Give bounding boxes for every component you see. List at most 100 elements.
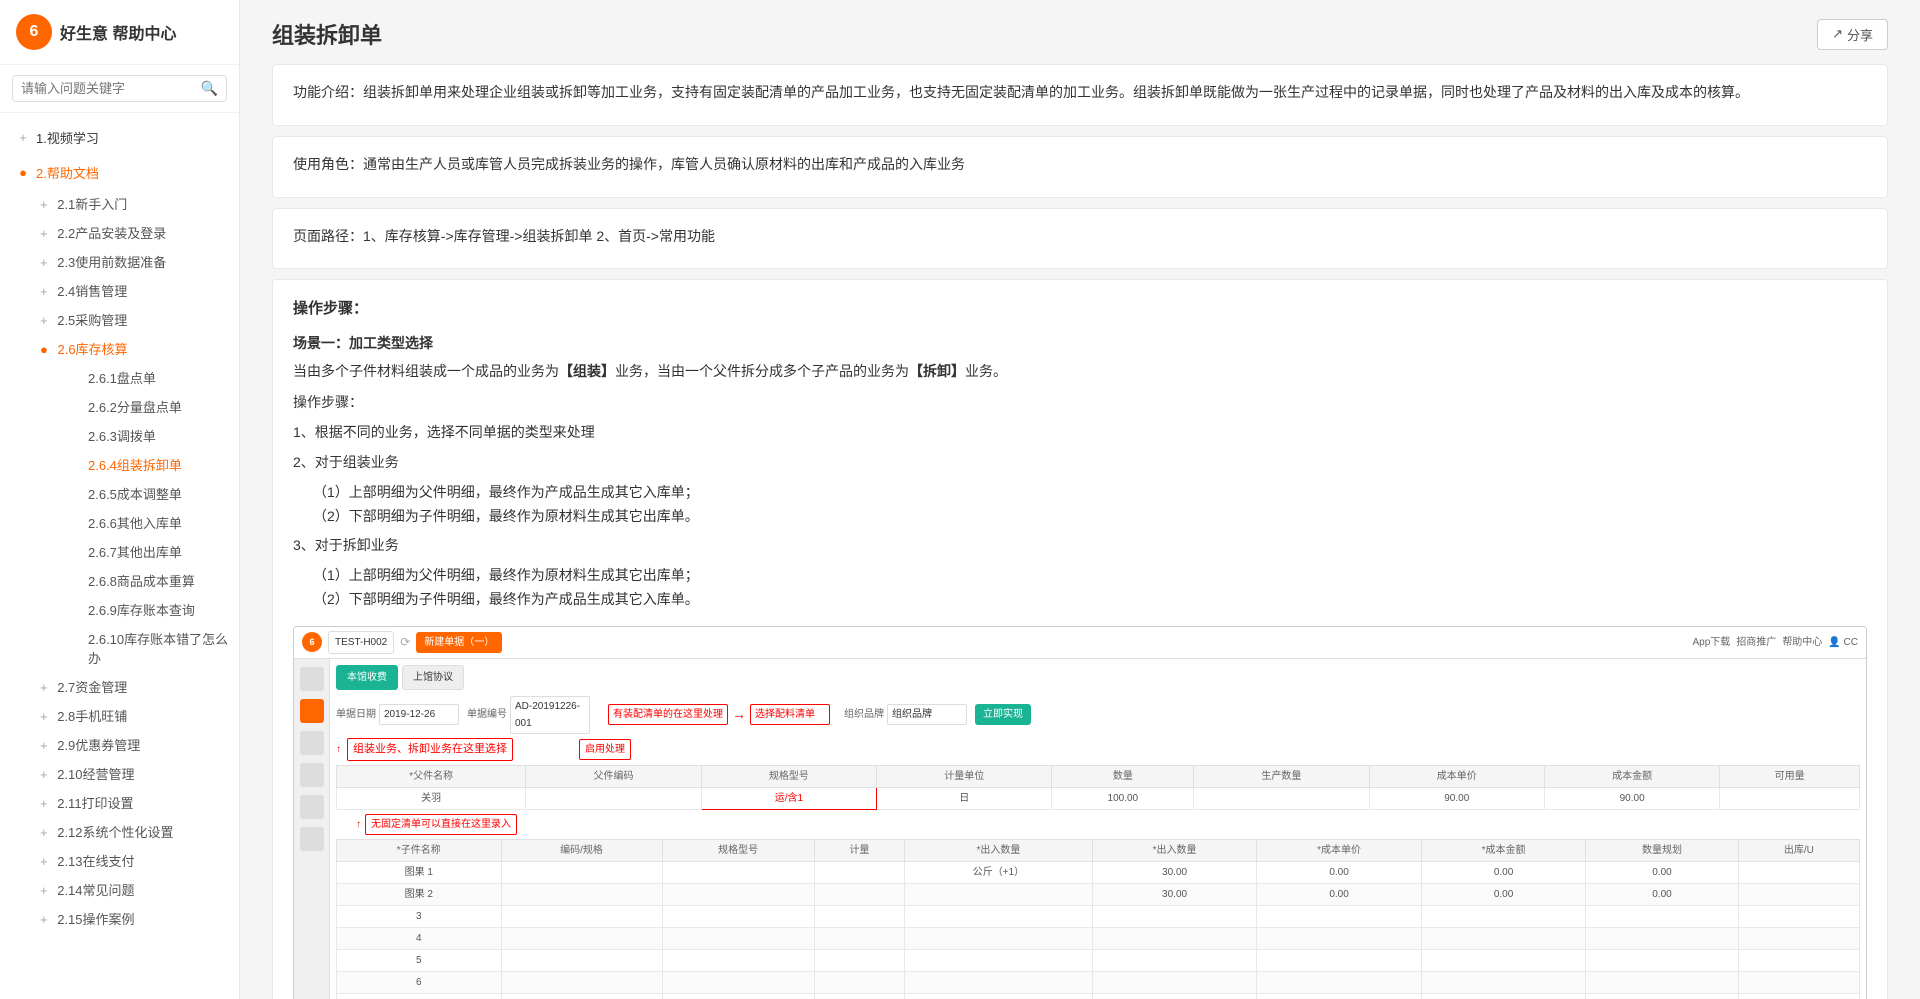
table-row: 3 bbox=[337, 905, 1860, 927]
search-icon[interactable]: 🔍 bbox=[201, 80, 218, 97]
sidebar-item-otheroutbound[interactable]: 2.6.7其他出库单 bbox=[80, 537, 239, 566]
sidebar-item-stockbook[interactable]: 2.6.9库存账本查询 bbox=[80, 595, 239, 624]
th-child-outqty: *出入数量 bbox=[1092, 839, 1257, 861]
sidebar-item-newuser[interactable]: + 2.1新手入门 bbox=[32, 189, 239, 218]
step1: 1、根据不同的业务，选择不同单据的类型来处理 bbox=[293, 421, 1867, 445]
step3-sub1: （1）上部明细为父件明细，最终作为原材料生成其它出库单； bbox=[293, 564, 1867, 588]
share-button[interactable]: ↗ 分享 bbox=[1817, 19, 1888, 50]
sidebar-item-coupon[interactable]: + 2.9优惠券管理 bbox=[32, 730, 239, 759]
mock-refresh-icon: ⟳ bbox=[400, 632, 410, 652]
step3: 3、对于拆卸业务 bbox=[293, 534, 1867, 558]
mock-company-dropdown: TEST-H002 bbox=[328, 631, 394, 654]
mock-logo: 6 bbox=[302, 632, 322, 652]
sidebar-item-cases[interactable]: + 2.15操作案例 bbox=[32, 904, 239, 933]
mock-billno-group: 单据编号 AD-20191226-001 bbox=[467, 696, 590, 734]
sidebar-item-stockbook-error[interactable]: 2.6.10库存账本错了怎么办 bbox=[80, 624, 239, 672]
helpdocs-subnav: + 2.1新手入门 + 2.2产品安装及登录 + 2.3使用前数据准备 + 2.… bbox=[0, 189, 239, 933]
sidebar-item-purchase[interactable]: + 2.5采购管理 bbox=[32, 305, 239, 334]
sidebar-item-faq[interactable]: + 2.14常见问题 bbox=[32, 875, 239, 904]
mock-table-child: *子件名称 编码/规格 规格型号 计量 *出入数量 *出入数量 *成本单价 *成… bbox=[336, 839, 1860, 999]
steps-heading: 操作步骤： bbox=[293, 296, 1867, 322]
nav-list: + 1.视频学习 ● 2.帮助文档 + 2.1新手入门 + 2.2产品安装及登录 bbox=[0, 113, 239, 999]
sidebar-item-costrecompute[interactable]: 2.6.8商品成本重算 bbox=[80, 566, 239, 595]
steps-card: 操作步骤： 场景一：加工类型选择 当由多个子件材料组装成一个成品的业务为【组装】… bbox=[272, 279, 1888, 999]
sidebar-item-install[interactable]: + 2.2产品安装及登录 bbox=[32, 218, 239, 247]
th-prodqty: 生产数量 bbox=[1194, 765, 1369, 787]
sidebar-item-finance[interactable]: + 2.7资金管理 bbox=[32, 672, 239, 701]
nav-section-videos: + 1.视频学习 bbox=[0, 121, 239, 154]
mock-date-group: 单据日期 2019-12-26 bbox=[336, 704, 459, 725]
mock-promotion: 招商推广 bbox=[1736, 634, 1776, 651]
mock-date-label: 单据日期 bbox=[336, 706, 376, 723]
th-child-out: 出库/U bbox=[1738, 839, 1859, 861]
mock-topbar: 6 TEST-H002 ⟳ 新建单据（一） App下载 招商推广 帮助中心 👤 … bbox=[294, 627, 1866, 659]
th-child-uprice: *成本单价 bbox=[1257, 839, 1422, 861]
ann-label-type: 组装业务、拆卸业务在这里选择 bbox=[347, 738, 513, 761]
mock-helpcenter: 帮助中心 bbox=[1782, 634, 1822, 651]
sidebar: 6 好生意 帮助中心 🔍 + 1.视频学习 ● 2.帮助文档 + bbox=[0, 0, 240, 999]
logo-icon: 6 bbox=[16, 14, 52, 50]
step2: 2、对于组装业务 bbox=[293, 451, 1867, 475]
mock-nav-icon-1 bbox=[300, 667, 324, 691]
mock-billno-input: AD-20191226-001 bbox=[510, 696, 590, 734]
ann-label-enable: 启用处理 bbox=[579, 739, 631, 760]
th-parent-code: 父件编码 bbox=[526, 765, 701, 787]
th-child-name: *子件名称 bbox=[337, 839, 502, 861]
sidebar-item-operations[interactable]: + 2.10经营管理 bbox=[32, 759, 239, 788]
table-row: 图果 2 30.00 0.00 0.00 0.00 bbox=[337, 883, 1860, 905]
mock-tabs: 本馆收费 上馆协议 bbox=[336, 665, 1860, 690]
sidebar-item-otherinbound[interactable]: 2.6.6其他入库单 bbox=[80, 508, 239, 537]
search-input[interactable] bbox=[21, 81, 201, 96]
mock-add-btn: 新建单据（一） bbox=[416, 632, 502, 653]
scene1-desc: 当由多个子件材料组装成一个成品的业务为【组装】业务，当由一个父件拆分成多个子产品… bbox=[293, 360, 1867, 384]
app-title: 好生意 帮助中心 bbox=[60, 20, 176, 44]
arrow-right-icon: → bbox=[732, 703, 746, 727]
ann-arrow-up-type: ↑ bbox=[336, 741, 341, 758]
share-icon: ↗ bbox=[1832, 26, 1843, 42]
search-box[interactable]: 🔍 bbox=[12, 75, 227, 102]
intro-text: 功能介绍：组装拆卸单用来处理企业组装或拆卸等加工业务，支持有固定装配清单的产品加… bbox=[293, 81, 1867, 105]
screenshot-mockup: 6 TEST-H002 ⟳ 新建单据（一） App下载 招商推广 帮助中心 👤 … bbox=[293, 626, 1867, 999]
sidebar-item-helpdocs[interactable]: ● 2.帮助文档 bbox=[0, 156, 239, 189]
table-row: 6 bbox=[337, 971, 1860, 993]
th-child-spec: 规格型号 bbox=[662, 839, 814, 861]
mock-app-body: 本馆收费 上馆协议 单据日期 2019-12-26 单据编号 AD-201 bbox=[294, 659, 1866, 999]
th-child-inqty: *出入数量 bbox=[905, 839, 1093, 861]
sidebar-item-stocktake[interactable]: 2.6.1盘点单 bbox=[80, 363, 239, 392]
mock-tab-1: 本馆收费 bbox=[336, 665, 398, 690]
mock-table-parent: *父件名称 父件编码 规格型号 计量单位 数量 生产数量 成本单价 成本金额 可… bbox=[336, 765, 1860, 810]
mock-nav-icon-6 bbox=[300, 827, 324, 851]
th-avail: 可用量 bbox=[1720, 765, 1860, 787]
step2-sub2: （2）下部明细为子件明细，最终作为原材料生成其它出库单。 bbox=[293, 505, 1867, 529]
mock-nav-icon-5 bbox=[300, 795, 324, 819]
mock-nav-icon-3 bbox=[300, 731, 324, 755]
sidebar-item-assembly[interactable]: 2.6.4组装拆卸单 bbox=[80, 450, 239, 479]
nav-section-helpdocs: ● 2.帮助文档 + 2.1新手入门 + 2.2产品安装及登录 + 2.3使用前… bbox=[0, 156, 239, 933]
sidebar-item-videos[interactable]: + 1.视频学习 bbox=[0, 121, 239, 154]
minus-icon: ● bbox=[16, 165, 30, 180]
sidebar-item-mobile[interactable]: + 2.8手机旺铺 bbox=[32, 701, 239, 730]
mock-save-btn: 立即实现 bbox=[975, 704, 1031, 725]
main-header: 组装拆卸单 ↗ 分享 bbox=[240, 0, 1920, 64]
sidebar-item-payment[interactable]: + 2.13在线支付 bbox=[32, 846, 239, 875]
sidebar-item-print[interactable]: + 2.11打印设置 bbox=[32, 788, 239, 817]
mock-date-input: 2019-12-26 bbox=[379, 704, 459, 725]
intro-card: 功能介绍：组装拆卸单用来处理企业组装或拆卸等加工业务，支持有固定装配清单的产品加… bbox=[272, 64, 1888, 126]
sidebar-item-inventory[interactable]: ● 2.6库存核算 bbox=[32, 334, 239, 363]
mock-topbar-right: App下载 招商推广 帮助中心 👤 CC bbox=[1693, 634, 1858, 651]
ann-label-bom: 有装配清单的在这里处理 bbox=[608, 704, 728, 725]
sidebar-item-transfer[interactable]: 2.6.3调拨单 bbox=[80, 421, 239, 450]
sidebar-item-sales[interactable]: + 2.4销售管理 bbox=[32, 276, 239, 305]
sidebar-item-costadjust[interactable]: 2.6.5成本调整单 bbox=[80, 479, 239, 508]
mock-app-download: App下载 bbox=[1693, 634, 1731, 651]
th-child-unit: 计量 bbox=[814, 839, 904, 861]
sidebar-item-dataprep[interactable]: + 2.3使用前数据准备 bbox=[32, 247, 239, 276]
sidebar-item-splitstock[interactable]: 2.6.2分量盘点单 bbox=[80, 392, 239, 421]
th-parent-name: *父件名称 bbox=[337, 765, 526, 787]
sidebar-item-settings[interactable]: + 2.12系统个性化设置 bbox=[32, 817, 239, 846]
mock-user-icon: 👤 CC bbox=[1828, 634, 1858, 651]
mock-billno-label: 单据编号 bbox=[467, 706, 507, 723]
ann-label-unlimited: 无固定清单可以直接在这里录入 bbox=[365, 814, 517, 835]
mock-nav-icon-2 bbox=[300, 699, 324, 723]
step3-sub2: （2）下部明细为子件明细，最终作为产成品生成其它入库单。 bbox=[293, 588, 1867, 612]
